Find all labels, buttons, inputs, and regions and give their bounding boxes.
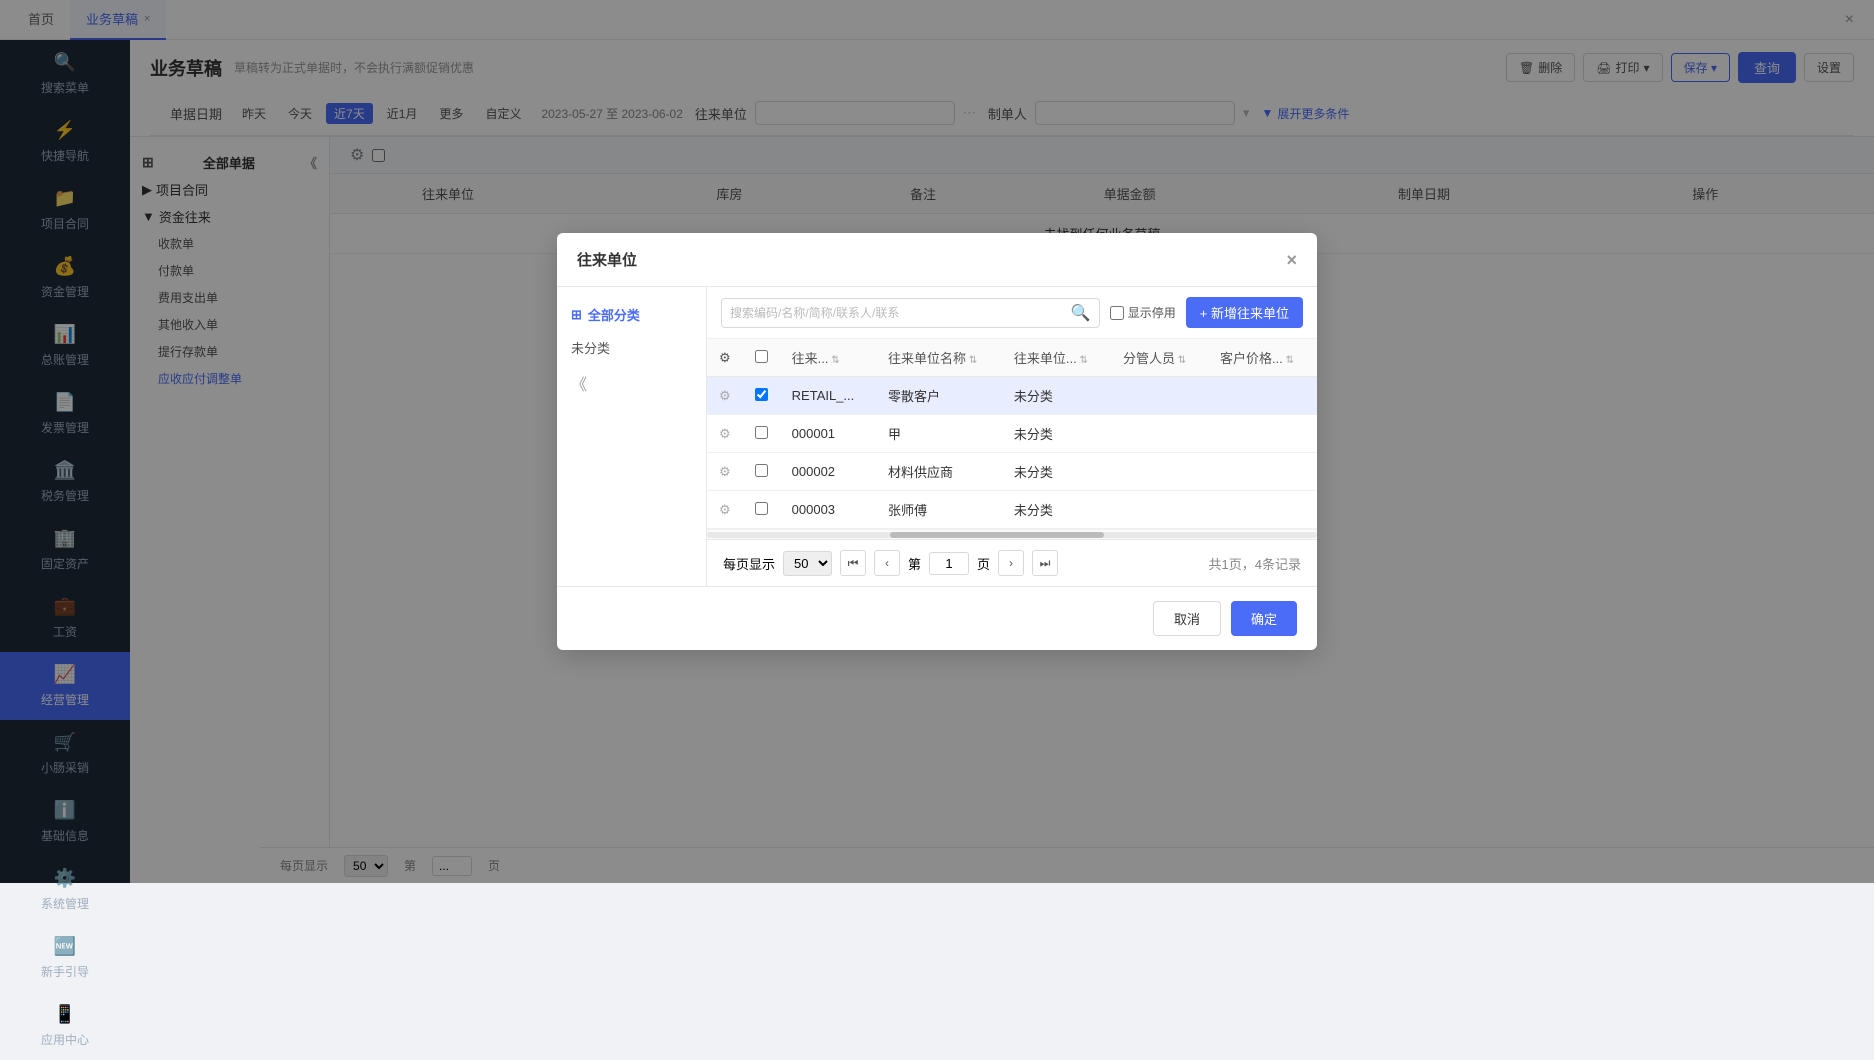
modal-search-input[interactable] (730, 306, 1065, 320)
modal-scrollbar[interactable] (707, 529, 1317, 539)
row-category: 未分类 (1002, 415, 1111, 453)
modal-search-box[interactable]: 🔍 (721, 298, 1100, 328)
first-page-btn[interactable]: ⏮ (840, 550, 866, 576)
modal-th-category[interactable]: 往来单位... (1002, 339, 1111, 377)
modal-grid-icon: ⊞ (571, 307, 582, 323)
modal-th-price[interactable]: 客户价格... (1208, 339, 1317, 377)
modal-table-row[interactable]: ⚙ 000001 甲 未分类 (707, 415, 1317, 453)
confirm-button[interactable]: 确定 (1231, 601, 1297, 636)
prev-page-btn[interactable]: ‹ (874, 550, 900, 576)
next-page-btn[interactable]: › (998, 550, 1024, 576)
modal-th-settings[interactable]: ⚙ (707, 339, 743, 377)
row-settings[interactable]: ⚙ (707, 453, 743, 491)
modal-table-row[interactable]: ⚙ 000003 张师傅 未分类 (707, 491, 1317, 529)
modal-search-icon: 🔍 (1071, 303, 1091, 323)
row-category: 未分类 (1002, 491, 1111, 529)
row-price (1208, 491, 1317, 529)
page-total: 共1页，4条记录 (1209, 554, 1301, 573)
modal-body: ⊞ 全部分类 未分类 《 🔍 显示停用 (557, 287, 1317, 586)
row-code: 000002 (780, 453, 876, 491)
scrollbar-track (707, 532, 1317, 538)
last-page-btn[interactable]: ⏭ (1032, 550, 1058, 576)
modal-select-all[interactable] (755, 350, 768, 363)
sidebar-item-guide[interactable]: 🆕 新手引导 (0, 924, 130, 992)
row-settings[interactable]: ⚙ (707, 491, 743, 529)
modal-left-collapse-btn[interactable]: 《 (557, 365, 706, 401)
row-code: RETAIL_... (780, 377, 876, 415)
row-checkbox[interactable] (743, 415, 780, 453)
modal-toolbar: 🔍 显示停用 + 新增往来单位 (707, 287, 1317, 339)
modal-th-code[interactable]: 往来... (780, 339, 876, 377)
row-settings[interactable]: ⚙ (707, 377, 743, 415)
modal-table-header: ⚙ 往来... 往来单位名称 往来单位... 分管人员 客户价格... (707, 339, 1317, 377)
modal-left-header: ⊞ 全部分类 (557, 299, 706, 330)
modal-left-title: 全部分类 (588, 305, 640, 324)
modal-dialog: 往来单位 × ⊞ 全部分类 未分类 《 🔍 (557, 233, 1317, 650)
row-code: 000001 (780, 415, 876, 453)
row-manager (1111, 377, 1208, 415)
modal-table-row[interactable]: ⚙ RETAIL_... 零散客户 未分类 (707, 377, 1317, 415)
page-number-input[interactable] (929, 552, 969, 575)
page-label: 第 (908, 554, 921, 573)
row-checkbox[interactable] (743, 453, 780, 491)
apps-icon: 📱 (54, 1004, 76, 1025)
modal-header: 往来单位 × (557, 233, 1317, 287)
modal-th-name[interactable]: 往来单位名称 (876, 339, 1002, 377)
row-name: 材料供应商 (876, 453, 1002, 491)
row-manager (1111, 491, 1208, 529)
modal-right-panel: 🔍 显示停用 + 新增往来单位 ⚙ (707, 287, 1317, 586)
per-page-select[interactable]: 50 (783, 551, 832, 576)
row-price (1208, 415, 1317, 453)
modal-data-table: ⚙ 往来... 往来单位名称 往来单位... 分管人员 客户价格... ⚙ (707, 339, 1317, 529)
show-disabled-checkbox[interactable] (1110, 306, 1124, 320)
row-name: 甲 (876, 415, 1002, 453)
modal-pagination: 每页显示 50 ⏮ ‹ 第 页 › ⏭ 共1页，4条记录 (707, 539, 1317, 586)
guide-icon: 🆕 (54, 936, 76, 957)
modal-left-unclassified[interactable]: 未分类 (557, 330, 706, 365)
row-price (1208, 377, 1317, 415)
sidebar-item-apps[interactable]: 📱 应用中心 (0, 992, 130, 1060)
row-settings[interactable]: ⚙ (707, 415, 743, 453)
per-page-label: 每页显示 (723, 554, 775, 573)
scrollbar-thumb[interactable] (890, 532, 1104, 538)
row-price (1208, 453, 1317, 491)
row-checkbox[interactable] (743, 377, 780, 415)
row-category: 未分类 (1002, 377, 1111, 415)
page-unit: 页 (977, 554, 990, 573)
modal-footer: 取消 确定 (557, 586, 1317, 650)
modal-table-row[interactable]: ⚙ 000002 材料供应商 未分类 (707, 453, 1317, 491)
new-partner-button[interactable]: + 新增往来单位 (1186, 297, 1303, 328)
row-code: 000003 (780, 491, 876, 529)
modal-close-button[interactable]: × (1286, 251, 1297, 269)
row-category: 未分类 (1002, 453, 1111, 491)
cancel-button[interactable]: 取消 (1153, 601, 1221, 636)
row-manager (1111, 415, 1208, 453)
show-disabled-label[interactable]: 显示停用 (1110, 304, 1176, 321)
row-manager (1111, 453, 1208, 491)
modal-overlay: 往来单位 × ⊞ 全部分类 未分类 《 🔍 (0, 0, 1874, 883)
modal-title: 往来单位 (577, 249, 637, 270)
row-name: 零散客户 (876, 377, 1002, 415)
modal-th-checkbox[interactable] (743, 339, 780, 377)
modal-table-area: ⚙ 往来... 往来单位名称 往来单位... 分管人员 客户价格... ⚙ (707, 339, 1317, 529)
modal-th-manager[interactable]: 分管人员 (1111, 339, 1208, 377)
modal-left-panel: ⊞ 全部分类 未分类 《 (557, 287, 707, 586)
row-name: 张师傅 (876, 491, 1002, 529)
row-checkbox[interactable] (743, 491, 780, 529)
